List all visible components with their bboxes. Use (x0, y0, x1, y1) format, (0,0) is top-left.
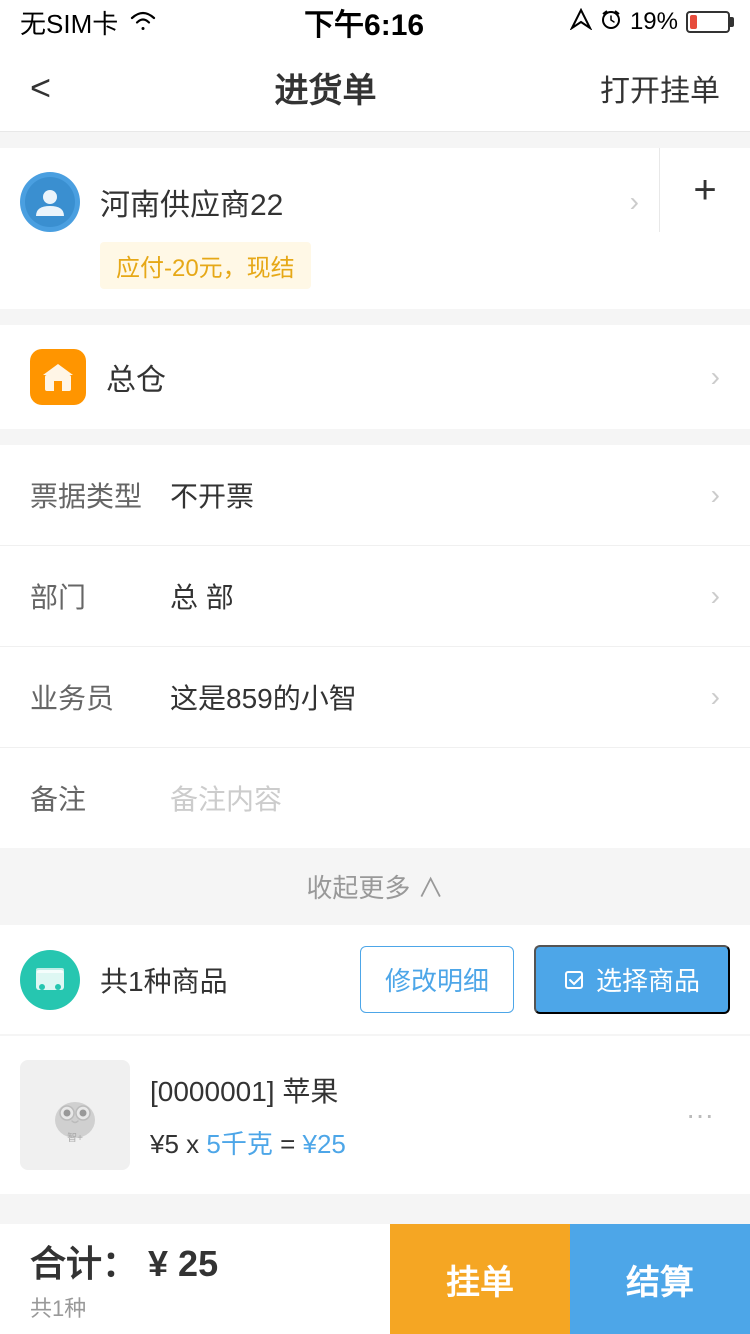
select-product-label: 选择商品 (596, 961, 700, 998)
location-icon (570, 8, 592, 37)
status-time: 下午6:16 (304, 0, 424, 44)
salesperson-chevron-icon: › (711, 681, 720, 713)
status-left: 无SIM卡 (20, 4, 158, 41)
invoice-type-value: 不开票 (170, 475, 701, 515)
checkout-button[interactable]: 结算 (570, 1224, 750, 1334)
nav-bar: < 进货单 打开挂单 (0, 44, 750, 132)
battery-percent: 19% (630, 8, 678, 36)
status-right: 19% (570, 8, 730, 37)
bottom-bar: 合计： ¥ 25 共1种 挂单 结算 (0, 1224, 750, 1334)
remark-placeholder: 备注内容 (170, 778, 720, 818)
total-sub-label: 共1种 (30, 1291, 360, 1323)
remark-row[interactable]: 备注 备注内容 (0, 748, 750, 848)
product-count-text: 共1种商品 (100, 960, 340, 1000)
supplier-avatar (20, 172, 80, 232)
supplier-badge: 应付-20元，现结 (100, 242, 311, 289)
modify-detail-button[interactable]: 修改明细 (360, 946, 514, 1013)
invoice-type-chevron-icon: › (711, 479, 720, 511)
total-value: ¥ 25 (148, 1243, 218, 1284)
product-item: 智+ [0000001] 苹果 ¥5 x 5千克 = ¥25 ··· (0, 1036, 750, 1194)
warehouse-icon (30, 349, 86, 405)
invoice-type-label: 票据类型 (30, 475, 170, 515)
product-header: 共1种商品 修改明细 选择商品 (0, 925, 750, 1034)
warehouse-chevron-icon: › (711, 361, 720, 393)
collapse-label: 收起更多 ∧ (306, 868, 443, 905)
product-count-icon (20, 950, 80, 1010)
alarm-icon (600, 8, 622, 37)
wifi-icon (128, 7, 158, 38)
product-price: ¥5 x 5千克 = ¥25 (150, 1124, 670, 1161)
open-hang-button[interactable]: 打开挂单 (600, 66, 720, 110)
back-button[interactable]: < (30, 67, 51, 109)
bottom-total-section: 合计： ¥ 25 共1种 (0, 1224, 390, 1334)
carrier-text: 无SIM卡 (20, 4, 118, 41)
collapse-row[interactable]: 收起更多 ∧ (0, 848, 750, 925)
salesperson-value: 这是859的小智 (170, 677, 701, 717)
department-row[interactable]: 部门 总 部 › (0, 546, 750, 647)
department-label: 部门 (30, 576, 170, 616)
supplier-info-row: 应付-20元，现结 (0, 232, 750, 309)
supplier-chevron-icon: › (630, 186, 639, 218)
hang-button[interactable]: 挂单 (390, 1224, 570, 1334)
salesperson-row[interactable]: 业务员 这是859的小智 › (0, 647, 750, 748)
department-value: 总 部 (170, 576, 701, 616)
salesperson-label: 业务员 (30, 677, 170, 717)
status-bar: 无SIM卡 下午6:16 19% (0, 0, 750, 44)
form-section: 票据类型 不开票 › 部门 总 部 › 业务员 这是859的小智 › 备注 备注… (0, 445, 750, 848)
product-id: [0000001] (150, 1076, 275, 1107)
invoice-type-row[interactable]: 票据类型 不开票 › (0, 445, 750, 546)
product-more-button[interactable]: ··· (670, 1099, 730, 1131)
total-label: 合计： (30, 1243, 138, 1284)
supplier-section: 河南供应商22 › + (0, 148, 750, 232)
warehouse-name: 总仓 (106, 355, 701, 399)
supplier-add-button[interactable]: + (660, 148, 750, 232)
svg-text:智+: 智+ (67, 1131, 83, 1144)
product-title: 苹果 (282, 1076, 338, 1107)
supplier-name: 河南供应商22 (100, 180, 620, 224)
page-title: 进货单 (275, 63, 377, 112)
product-unit-price: ¥5 (150, 1129, 179, 1159)
select-product-button[interactable]: 选择商品 (534, 945, 730, 1014)
product-thumbnail: 智+ (20, 1060, 130, 1170)
remark-label: 备注 (30, 778, 170, 818)
department-chevron-icon: › (711, 580, 720, 612)
product-name: [0000001] 苹果 (150, 1070, 670, 1110)
product-info: [0000001] 苹果 ¥5 x 5千克 = ¥25 (150, 1070, 670, 1161)
total-amount: 合计： ¥ 25 (30, 1235, 360, 1287)
battery-icon (686, 11, 730, 33)
product-quantity: 5千克 (206, 1129, 272, 1159)
warehouse-section[interactable]: 总仓 › (0, 325, 750, 429)
supplier-select-row[interactable]: 河南供应商22 › (0, 148, 660, 232)
product-total-price: ¥25 (303, 1129, 346, 1159)
